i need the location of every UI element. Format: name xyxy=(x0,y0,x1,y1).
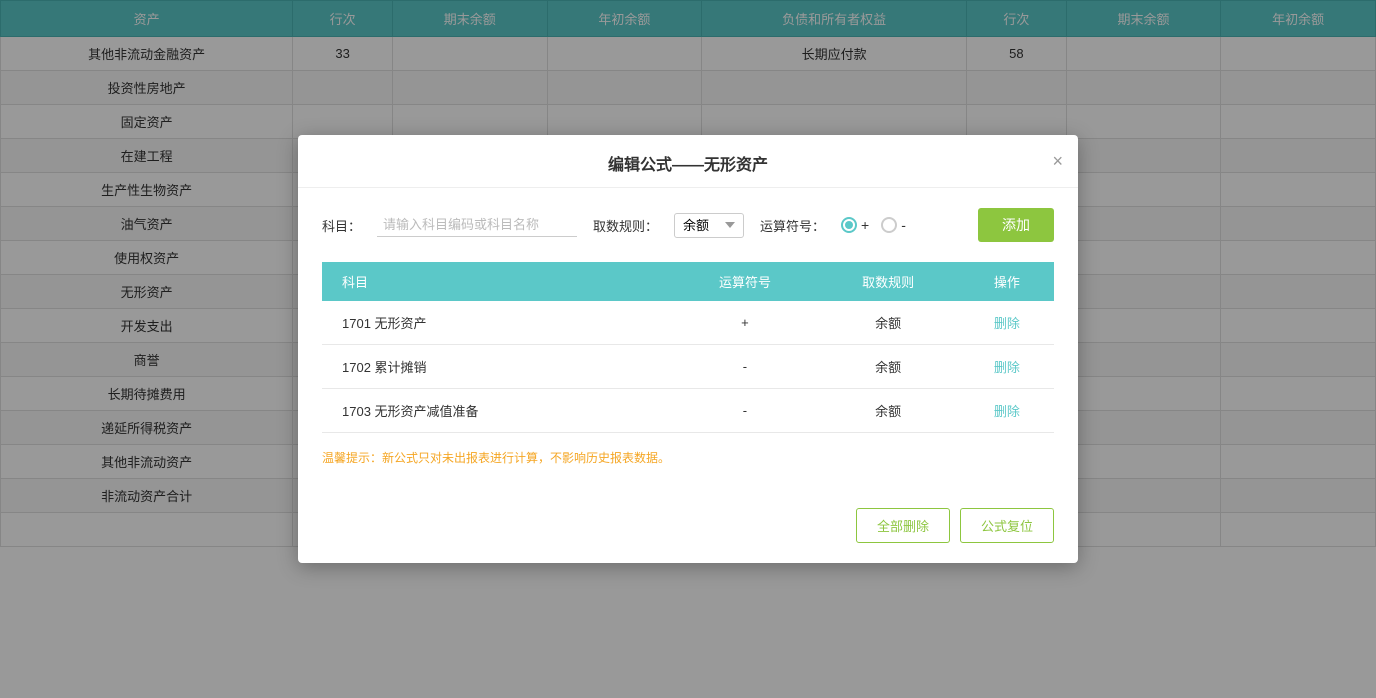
cell-action: 删除 xyxy=(960,389,1054,433)
modal-header: 编辑公式——无形资产 × xyxy=(298,135,1078,188)
cell-operator: - xyxy=(673,345,816,389)
delete-row-button[interactable]: 删除 xyxy=(994,357,1020,376)
add-button[interactable]: 添加 xyxy=(978,208,1054,242)
subject-label: 科目： xyxy=(322,216,361,235)
operator-plus-radio-circle xyxy=(841,217,857,233)
table-row: 1702 累计摊销-余额 删除 xyxy=(322,345,1054,389)
cell-rule: 余额 xyxy=(817,389,960,433)
warning-text: 温馨提示：新公式只对未出报表进行计算，不影响历史报表数据。 xyxy=(322,449,1054,476)
cell-subject: 1701 无形资产 xyxy=(322,301,673,345)
form-row: 科目： 取数规则： 余额 借方 贷方 运算符号： + xyxy=(322,208,1054,242)
th-subject: 科目 xyxy=(322,262,673,301)
cell-operator: - xyxy=(673,389,816,433)
th-action: 操作 xyxy=(960,262,1054,301)
cell-rule: 余额 xyxy=(817,345,960,389)
formula-table: 科目 运算符号 取数规则 操作 1701 无形资产+余额删除1702 累计摊销-… xyxy=(322,262,1054,433)
modal-body: 科目： 取数规则： 余额 借方 贷方 运算符号： + xyxy=(298,188,1078,496)
operator-radio-group: + - xyxy=(841,217,906,233)
operator-label: 运算符号： xyxy=(760,216,825,235)
th-rule: 取数规则 xyxy=(817,262,960,301)
modal-footer: 全部删除 公式复位 xyxy=(298,496,1078,563)
cell-action: 删除 xyxy=(960,345,1054,389)
operator-plus-label: + xyxy=(861,217,869,233)
delete-row-button[interactable]: 删除 xyxy=(994,401,1020,420)
cell-operator: + xyxy=(673,301,816,345)
delete-row-button[interactable]: 删除 xyxy=(994,313,1020,332)
modal-close-button[interactable]: × xyxy=(1052,152,1063,170)
reset-formula-button[interactable]: 公式复位 xyxy=(960,508,1054,543)
modal-overlay: 编辑公式——无形资产 × 科目： 取数规则： 余额 借方 贷方 运算符号： xyxy=(0,0,1376,698)
table-row: 1701 无形资产+余额 删除 xyxy=(322,301,1054,345)
subject-input[interactable] xyxy=(377,213,577,237)
delete-all-button[interactable]: 全部删除 xyxy=(856,508,950,543)
operator-plus-radio[interactable]: + xyxy=(841,217,869,233)
th-operator: 运算符号 xyxy=(673,262,816,301)
modal-dialog: 编辑公式——无形资产 × 科目： 取数规则： 余额 借方 贷方 运算符号： xyxy=(298,135,1078,563)
rule-select[interactable]: 余额 借方 贷方 xyxy=(674,213,744,238)
operator-minus-radio-circle xyxy=(881,217,897,233)
table-row: 1703 无形资产减值准备-余额 删除 xyxy=(322,389,1054,433)
operator-minus-radio[interactable]: - xyxy=(881,217,906,233)
cell-subject: 1702 累计摊销 xyxy=(322,345,673,389)
cell-action: 删除 xyxy=(960,301,1054,345)
modal-title: 编辑公式——无形资产 xyxy=(608,157,768,174)
operator-minus-label: - xyxy=(901,217,906,233)
cell-rule: 余额 xyxy=(817,301,960,345)
cell-subject: 1703 无形资产减值准备 xyxy=(322,389,673,433)
rule-select-wrap: 余额 借方 贷方 xyxy=(674,213,744,238)
rule-label: 取数规则： xyxy=(593,216,658,235)
